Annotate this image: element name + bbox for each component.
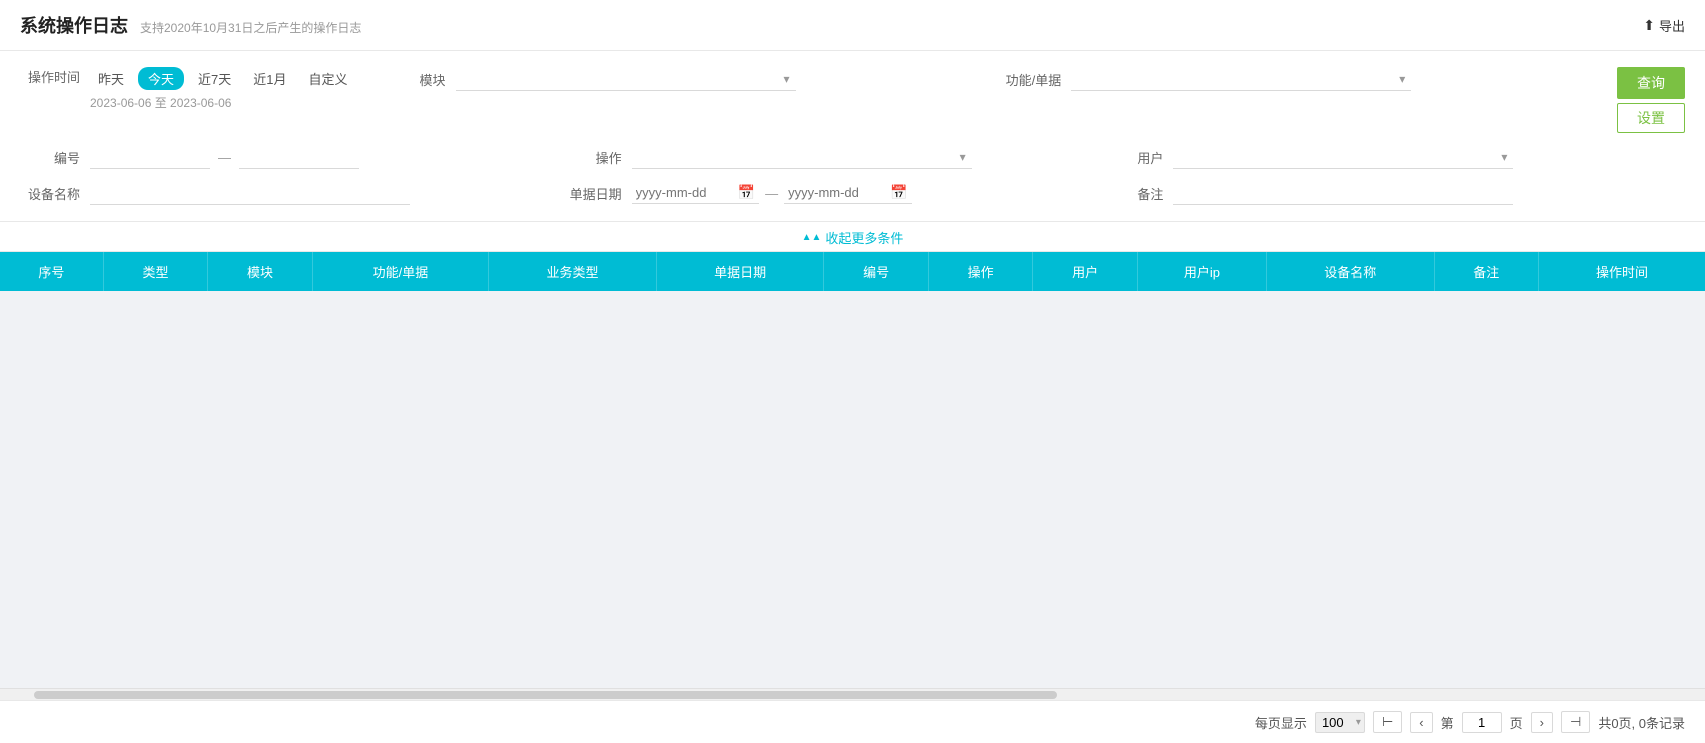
collapse-bar: ▲▲ 收起更多条件 bbox=[0, 222, 1705, 252]
export-icon: ⬆ bbox=[1643, 17, 1655, 34]
user-select[interactable] bbox=[1173, 145, 1513, 169]
col-op-time: 操作时间 bbox=[1539, 252, 1705, 291]
main-content: 序号 类型 模块 功能/单据 业务类型 单据日期 编号 操作 用户 用户ip 设… bbox=[0, 252, 1705, 743]
collapse-button[interactable]: ▲▲ 收起更多条件 bbox=[802, 228, 904, 247]
function-label: 功能/单据 bbox=[1001, 70, 1061, 89]
col-biz-type: 业务类型 bbox=[489, 252, 657, 291]
settings-button[interactable]: 设置 bbox=[1617, 103, 1685, 133]
col-voucher-date: 单据日期 bbox=[656, 252, 824, 291]
page-title: 系统操作日志 bbox=[20, 12, 128, 38]
time-btn-custom[interactable]: 自定义 bbox=[301, 67, 356, 90]
pagination-bar: 每页显示 100 50 200 ▾ ⊢ ‹ 第 页 › ⊣ 共0页, 0条记录 bbox=[0, 700, 1705, 743]
date-from-input[interactable] bbox=[636, 185, 736, 200]
col-user-ip: 用户ip bbox=[1137, 252, 1266, 291]
user-label: 用户 bbox=[1103, 148, 1163, 167]
calendar-from-icon[interactable]: 📅 bbox=[738, 184, 755, 201]
page-subtitle: 支持2020年10月31日之后产生的操作日志 bbox=[140, 19, 361, 36]
remark-input[interactable] bbox=[1173, 181, 1513, 205]
table-header-row: 序号 类型 模块 功能/单据 业务类型 单据日期 编号 操作 用户 用户ip 设… bbox=[0, 252, 1705, 291]
export-label: 导出 bbox=[1659, 16, 1685, 35]
table-wrapper[interactable]: 序号 类型 模块 功能/单据 业务类型 单据日期 编号 操作 用户 用户ip 设… bbox=[0, 252, 1705, 688]
module-label: 模块 bbox=[386, 70, 446, 89]
page-unit: 页 bbox=[1510, 713, 1523, 732]
collapse-arrow-icon: ▲▲ bbox=[802, 232, 822, 243]
filter-area: 操作时间 昨天 今天 近7天 近1月 自定义 2023-06-06 至 2023… bbox=[0, 51, 1705, 222]
col-function: 功能/单据 bbox=[312, 252, 488, 291]
col-type: 类型 bbox=[103, 252, 207, 291]
time-label: 操作时间 bbox=[20, 67, 80, 86]
page-size-select[interactable]: 100 50 200 bbox=[1315, 712, 1365, 733]
device-label: 设备名称 bbox=[20, 184, 80, 203]
date-from-wrap: 📅 bbox=[632, 182, 759, 204]
first-page-button[interactable]: ⊢ bbox=[1373, 711, 1402, 733]
time-content: 昨天 今天 近7天 近1月 自定义 2023-06-06 至 2023-06-0… bbox=[90, 67, 356, 111]
number-to-input[interactable] bbox=[239, 145, 359, 169]
query-button[interactable]: 查询 bbox=[1617, 67, 1685, 99]
next-page-button[interactable]: › bbox=[1531, 712, 1553, 733]
col-remark: 备注 bbox=[1434, 252, 1538, 291]
date-to-input[interactable] bbox=[788, 185, 888, 200]
device-input[interactable] bbox=[90, 181, 410, 205]
total-info: 共0页, 0条记录 bbox=[1598, 713, 1685, 732]
time-btn-today[interactable]: 今天 bbox=[138, 67, 184, 90]
col-number: 编号 bbox=[824, 252, 928, 291]
last-page-button[interactable]: ⊣ bbox=[1561, 711, 1590, 733]
time-btn-1month[interactable]: 近1月 bbox=[245, 67, 294, 90]
page-container: 系统操作日志 支持2020年10月31日之后产生的操作日志 ⬆ 导出 操作时间 … bbox=[0, 0, 1705, 743]
number-from-input[interactable] bbox=[90, 145, 210, 169]
calendar-to-icon[interactable]: 📅 bbox=[890, 184, 907, 201]
page-input[interactable] bbox=[1462, 712, 1502, 733]
horizontal-scrollbar[interactable] bbox=[0, 688, 1705, 700]
date-to-wrap: 📅 bbox=[784, 182, 911, 204]
voucher-date-label: 单据日期 bbox=[562, 184, 622, 203]
operation-select[interactable] bbox=[632, 145, 972, 169]
scrollbar-thumb[interactable] bbox=[34, 691, 1057, 699]
header-left: 系统操作日志 支持2020年10月31日之后产生的操作日志 bbox=[20, 12, 361, 38]
col-user: 用户 bbox=[1033, 252, 1137, 291]
page-header: 系统操作日志 支持2020年10月31日之后产生的操作日志 ⬆ 导出 bbox=[0, 0, 1705, 51]
export-button[interactable]: ⬆ 导出 bbox=[1643, 16, 1685, 35]
page-label: 第 bbox=[1441, 713, 1454, 732]
action-buttons: 查询 设置 bbox=[1617, 67, 1685, 133]
date-dash: — bbox=[765, 186, 778, 201]
time-buttons: 昨天 今天 近7天 近1月 自定义 bbox=[90, 67, 356, 90]
operation-label: 操作 bbox=[562, 148, 622, 167]
time-range: 2023-06-06 至 2023-06-06 bbox=[90, 94, 356, 111]
number-label: 编号 bbox=[20, 148, 80, 167]
remark-label: 备注 bbox=[1103, 184, 1163, 203]
number-dash: — bbox=[218, 150, 231, 165]
col-module: 模块 bbox=[208, 252, 312, 291]
time-btn-7days[interactable]: 近7天 bbox=[190, 67, 239, 90]
col-operation: 操作 bbox=[928, 252, 1032, 291]
col-index: 序号 bbox=[0, 252, 103, 291]
per-page-label: 每页显示 bbox=[1255, 713, 1307, 732]
page-size-wrap: 100 50 200 ▾ bbox=[1315, 712, 1365, 733]
col-device: 设备名称 bbox=[1266, 252, 1434, 291]
time-btn-yesterday[interactable]: 昨天 bbox=[90, 67, 132, 90]
prev-page-button[interactable]: ‹ bbox=[1410, 712, 1432, 733]
collapse-label: 收起更多条件 bbox=[825, 228, 903, 247]
data-table: 序号 类型 模块 功能/单据 业务类型 单据日期 编号 操作 用户 用户ip 设… bbox=[0, 252, 1705, 291]
function-select[interactable] bbox=[1071, 67, 1411, 91]
module-select[interactable] bbox=[456, 67, 796, 91]
